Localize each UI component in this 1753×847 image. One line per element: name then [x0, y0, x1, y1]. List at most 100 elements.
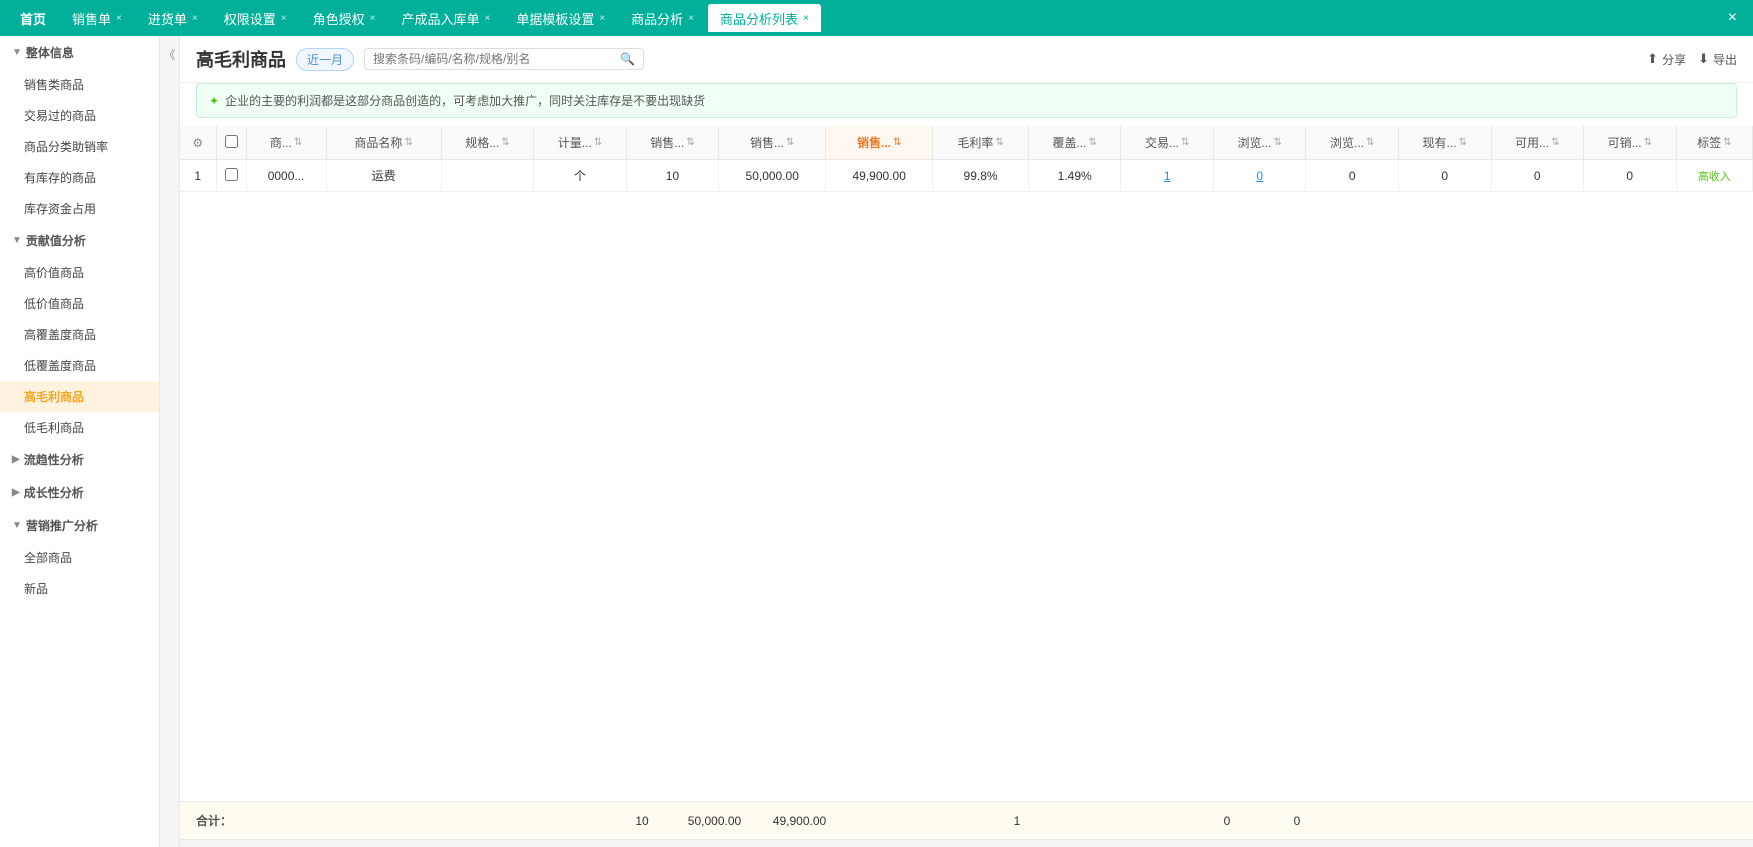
export-button[interactable]: ⬇ 导出 [1698, 51, 1737, 68]
sidebar-item-stock-goods[interactable]: 有库存的商品 [0, 162, 159, 193]
close-icon[interactable]: × [484, 13, 490, 24]
sort-icon: ⇅ [501, 137, 509, 148]
sort-icon: ⇅ [294, 137, 302, 148]
tab-role[interactable]: 角色授权 × [301, 4, 388, 32]
row-browse1[interactable]: 0 [1213, 160, 1306, 192]
sort-icon: ⇅ [1181, 137, 1189, 148]
sidebar-item-category-rate[interactable]: 商品分类助销率 [0, 131, 159, 162]
filter-recent-month-button[interactable]: 近一月 [296, 48, 354, 71]
tab-permission[interactable]: 权限设置 × [212, 4, 299, 32]
column-code[interactable]: 商... ⇅ [246, 126, 326, 160]
sort-icon: ⇅ [1366, 137, 1374, 148]
sidebar-item-high-value[interactable]: 高价值商品 [0, 257, 159, 288]
footer-total: 合计： 10 50,000.00 49,900.00 1 0 0 [180, 801, 1753, 839]
footer-sales-profit: 49,900.00 [757, 814, 842, 828]
footer-current-stock: 0 [1192, 814, 1262, 828]
sidebar-item-low-value[interactable]: 低价值商品 [0, 288, 159, 319]
sidebar-group-marketing[interactable]: ▼ 营销推广分析 [0, 509, 159, 542]
row-select-checkbox[interactable] [225, 168, 238, 181]
sidebar-group-overall[interactable]: ▼ 整体信息 [0, 36, 159, 69]
sidebar-item-high-margin[interactable]: 高毛利商品 [0, 381, 159, 412]
row-name: 运费 [326, 160, 441, 192]
column-margin-rate[interactable]: 毛利率 ⇅ [933, 126, 1029, 160]
sidebar-item-new-goods[interactable]: 新品 [0, 573, 159, 604]
close-icon[interactable]: × [192, 13, 198, 24]
sort-icon: ⇅ [786, 137, 794, 148]
row-current-stock: 0 [1398, 160, 1491, 192]
tab-sales[interactable]: 销售单 × [60, 4, 134, 32]
column-spec[interactable]: 规格... ⇅ [441, 126, 534, 160]
column-transaction[interactable]: 交易... ⇅ [1121, 126, 1214, 160]
column-sales-profit[interactable]: 销售... ⇅ [826, 126, 933, 160]
sidebar-group-growth[interactable]: ▶ 成长性分析 [0, 476, 159, 509]
row-spec [441, 160, 534, 192]
close-icon[interactable]: × [803, 13, 809, 24]
sidebar-item-all-goods[interactable]: 全部商品 [0, 542, 159, 573]
row-checkbox[interactable] [216, 160, 246, 192]
search-icon[interactable]: 🔍 [620, 52, 635, 66]
row-available: 0 [1491, 160, 1584, 192]
sidebar-group-trend[interactable]: ▶ 流趋性分析 [0, 443, 159, 476]
sidebar-item-high-coverage[interactable]: 高覆盖度商品 [0, 319, 159, 350]
sort-icon: ⇅ [1088, 137, 1096, 148]
tab-home[interactable]: 首页 [8, 4, 58, 32]
row-coverage: 1.49% [1028, 160, 1121, 192]
column-settings[interactable]: ⚙ [180, 126, 216, 160]
select-all-checkbox[interactable] [225, 135, 238, 148]
column-unit[interactable]: 计量... ⇅ [534, 126, 627, 160]
settings-icon[interactable]: ⚙ [192, 136, 203, 150]
tab-warehouse[interactable]: 产成品入库单 × [389, 4, 502, 32]
tab-analysis-list[interactable]: 商品分析列表 × [708, 4, 821, 32]
column-checkbox [216, 126, 246, 160]
close-icon[interactable]: × [281, 13, 287, 24]
close-icon[interactable]: × [688, 13, 694, 24]
tab-analysis[interactable]: 商品分析 × [619, 4, 706, 32]
sort-icon: ⇅ [1551, 137, 1559, 148]
column-available[interactable]: 可用... ⇅ [1491, 126, 1584, 160]
sort-icon: ⇅ [686, 137, 694, 148]
sidebar: ▼ 整体信息 销售类商品 交易过的商品 商品分类助销率 有库存的商品 库存资金占… [0, 36, 160, 847]
page-title: 高毛利商品 [196, 46, 286, 72]
chevron-down-icon: ▼ [12, 235, 22, 246]
horizontal-scrollbar[interactable] [180, 839, 1753, 847]
total-label: 合计： [196, 812, 296, 829]
sidebar-item-stock-capital[interactable]: 库存资金占用 [0, 193, 159, 224]
tab-purchase[interactable]: 进货单 × [136, 4, 210, 32]
data-table: ⚙ 商... ⇅ 商品名称 [180, 126, 1753, 192]
column-browse1[interactable]: 浏览... ⇅ [1213, 126, 1306, 160]
row-margin-rate: 99.8% [933, 160, 1029, 192]
data-table-wrapper: ⚙ 商... ⇅ 商品名称 [180, 126, 1753, 801]
sidebar-item-traded-goods[interactable]: 交易过的商品 [0, 100, 159, 131]
tab-template[interactable]: 单据模板设置 × [504, 4, 617, 32]
sort-icon: ⇅ [893, 137, 901, 148]
share-icon: ⬆ [1647, 51, 1658, 67]
column-tag[interactable]: 标签 ⇅ [1676, 126, 1752, 160]
top-navigation: 首页 销售单 × 进货单 × 权限设置 × 角色授权 × 产成品入库单 × 单据… [0, 0, 1753, 36]
close-icon[interactable]: × [116, 13, 122, 24]
column-browse2[interactable]: 浏览... ⇅ [1306, 126, 1399, 160]
search-input[interactable] [373, 52, 616, 66]
column-sales-qty[interactable]: 销售... ⇅ [626, 126, 719, 160]
column-name[interactable]: 商品名称 ⇅ [326, 126, 441, 160]
close-icon[interactable]: × [599, 13, 605, 24]
sidebar-item-low-margin[interactable]: 低毛利商品 [0, 412, 159, 443]
row-saleable: 0 [1584, 160, 1677, 192]
column-sales-amount[interactable]: 销售... ⇅ [719, 126, 826, 160]
sidebar-collapse-button[interactable]: 《 [160, 36, 180, 847]
export-icon: ⬇ [1698, 51, 1709, 67]
close-icon[interactable]: × [370, 13, 376, 24]
sort-icon: ⇅ [404, 137, 412, 148]
row-transaction[interactable]: 1 [1121, 160, 1214, 192]
sort-icon: ⇅ [1723, 137, 1731, 148]
sort-icon: ⇅ [995, 137, 1003, 148]
column-saleable[interactable]: 可销... ⇅ [1584, 126, 1677, 160]
sidebar-group-contribution[interactable]: ▼ 贡献值分析 [0, 224, 159, 257]
sidebar-item-sales-goods[interactable]: 销售类商品 [0, 69, 159, 100]
share-button[interactable]: ⬆ 分享 [1647, 51, 1686, 68]
row-browse2: 0 [1306, 160, 1399, 192]
sidebar-item-low-coverage[interactable]: 低覆盖度商品 [0, 350, 159, 381]
column-coverage[interactable]: 覆盖... ⇅ [1028, 126, 1121, 160]
close-all-button[interactable]: × [1720, 9, 1745, 27]
sort-icon: ⇅ [594, 137, 602, 148]
column-current-stock[interactable]: 现有... ⇅ [1398, 126, 1491, 160]
